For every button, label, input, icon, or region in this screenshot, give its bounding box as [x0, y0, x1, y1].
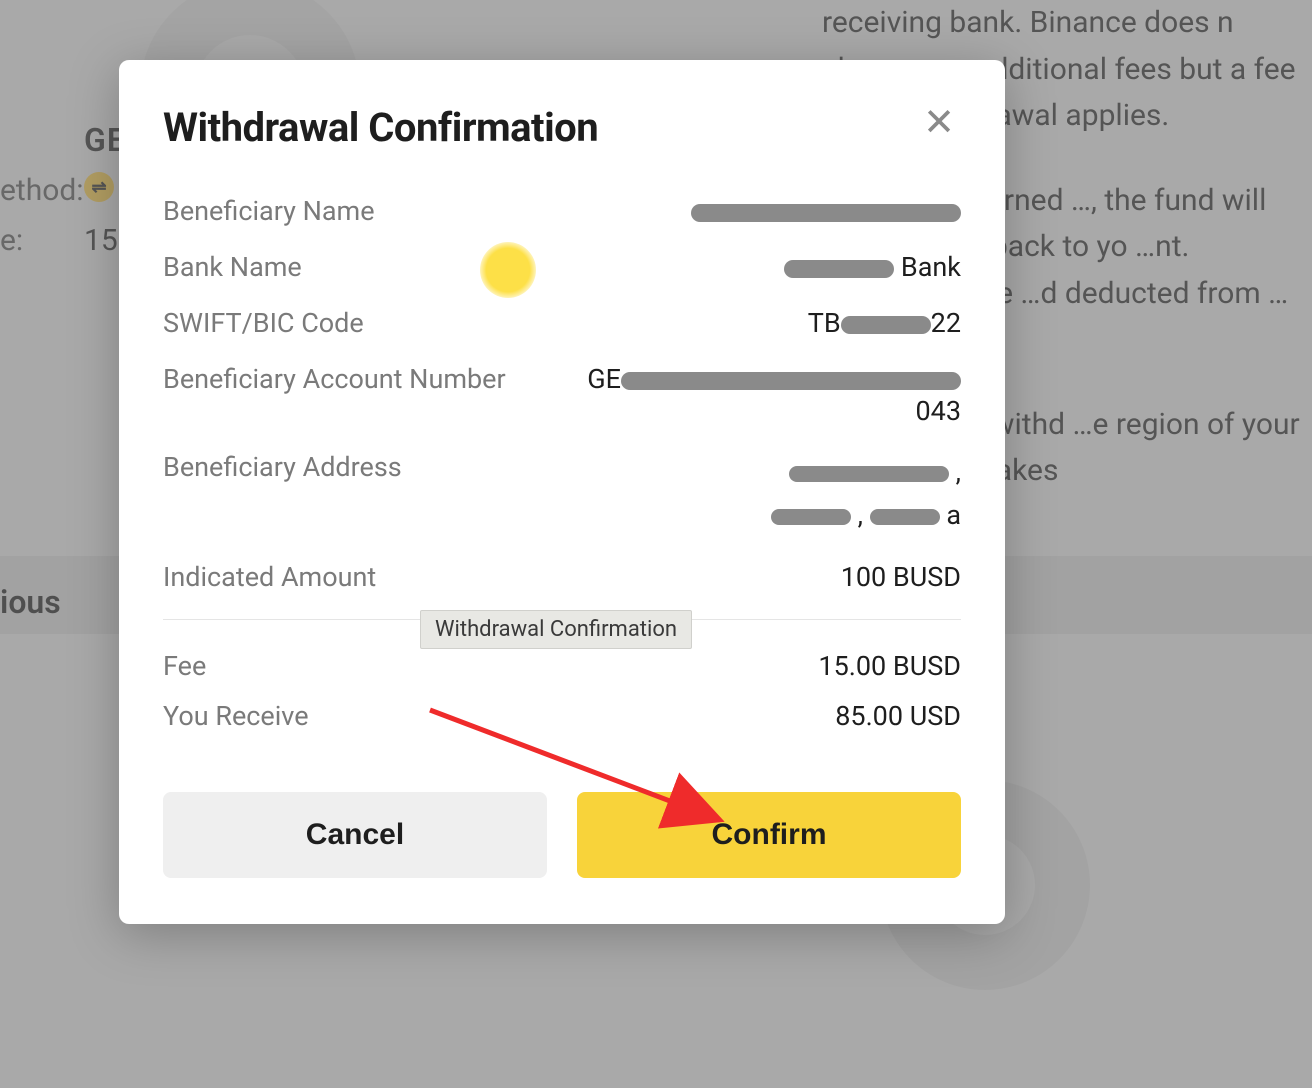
tooltip: Withdrawal Confirmation — [420, 610, 692, 649]
cancel-button[interactable]: Cancel — [163, 792, 547, 878]
label-you-receive: You Receive — [163, 700, 309, 732]
label-swift: SWIFT/BIC Code — [163, 307, 364, 339]
cursor-highlight-icon — [480, 242, 536, 298]
value-beneficiary-name — [691, 195, 961, 227]
label-bank-name: Bank Name — [163, 251, 302, 283]
withdrawal-confirmation-modal: Withdrawal Confirmation ✕ Beneficiary Na… — [119, 60, 1005, 924]
value-swift: TB22 — [808, 307, 961, 339]
value-you-receive: 85.00 USD — [835, 700, 961, 732]
label-account-number: Beneficiary Account Number — [163, 363, 506, 395]
label-fee: Fee — [163, 650, 206, 682]
value-fee: 15.00 BUSD — [818, 650, 961, 682]
value-beneficiary-address: , , a — [771, 451, 961, 537]
label-beneficiary-name: Beneficiary Name — [163, 195, 375, 227]
value-bank-name: Bank — [784, 251, 961, 283]
confirm-button[interactable]: Confirm — [577, 792, 961, 878]
label-beneficiary-address: Beneficiary Address — [163, 451, 402, 483]
label-indicated-amount: Indicated Amount — [163, 561, 376, 593]
value-indicated-amount: 100 BUSD — [841, 561, 961, 593]
modal-title: Withdrawal Confirmation — [163, 104, 598, 151]
value-account-number: GE043 — [561, 363, 961, 427]
close-icon[interactable]: ✕ — [917, 104, 961, 142]
